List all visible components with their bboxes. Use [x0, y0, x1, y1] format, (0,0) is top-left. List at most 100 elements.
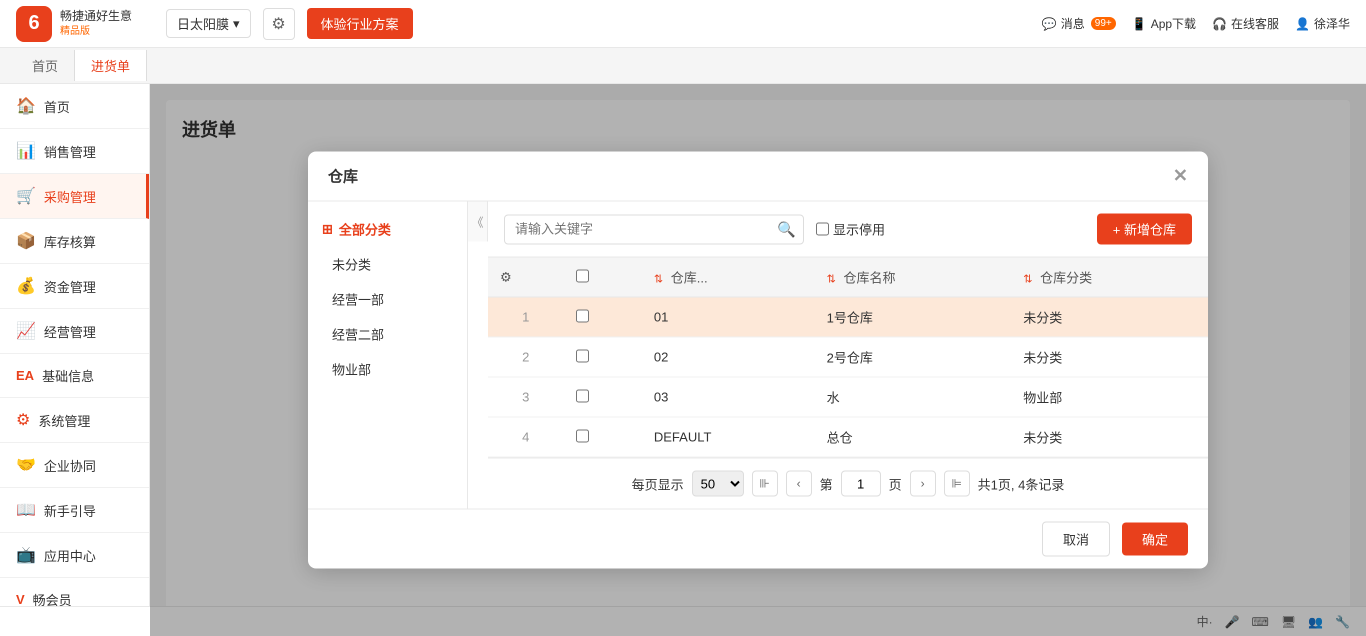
sidebar-item-system[interactable]: ⚙ 系统管理: [0, 398, 149, 443]
per-page-select[interactable]: 50 100: [692, 471, 744, 497]
tab-purchase[interactable]: 进货单: [75, 50, 147, 81]
category-panel: ⊞ 全部分类 未分类 经营一部 经营二部 物业部: [308, 202, 468, 509]
row-code-4: DEFAULT: [642, 417, 815, 457]
last-page-button[interactable]: ⊫: [944, 471, 970, 497]
guide-icon: 📖: [16, 500, 36, 520]
category-item-ops2[interactable]: 经营二部: [308, 317, 467, 352]
trial-button[interactable]: 体验行业方案: [307, 8, 413, 39]
col-name-header: ⇅ 仓库名称: [815, 258, 1012, 298]
app-download-item[interactable]: 📱 App下载: [1132, 15, 1196, 32]
logo-area: 6 畅捷通好生意 精品版: [16, 6, 166, 42]
logo-text: 畅捷通好生意 精品版: [60, 9, 132, 38]
collapse-category-button[interactable]: 《: [468, 202, 488, 242]
gear-button[interactable]: ⚙: [263, 8, 295, 40]
table-row[interactable]: 4 DEFAULT 总仓 未分类: [488, 417, 1208, 457]
table-row[interactable]: 2 02 2号仓库 未分类: [488, 337, 1208, 377]
sidebar-item-apps[interactable]: 📺 应用中心: [0, 533, 149, 578]
sidebar-item-finance[interactable]: 💰 资金管理: [0, 264, 149, 309]
row-checkbox-4[interactable]: [564, 417, 642, 457]
col-gear: ⚙: [488, 258, 564, 298]
tab-home[interactable]: 首页: [16, 50, 75, 81]
table-toolbar: 🔍 显示停用 + 新增仓库: [488, 202, 1208, 258]
inventory-icon: 📦: [16, 231, 36, 251]
warehouse-table: ⚙ ⇅ 仓库...: [488, 258, 1208, 458]
main-content: 进货单 仓库 ✕ ⊞ 全部分类 未分类 经营一部: [150, 84, 1366, 636]
store-selector[interactable]: 日太阳膜 ▾: [166, 9, 251, 38]
row-checkbox-3[interactable]: [564, 377, 642, 417]
modal-header: 仓库 ✕: [308, 152, 1208, 202]
row-category-2: 未分类: [1011, 337, 1208, 377]
category-item-property[interactable]: 物业部: [308, 352, 467, 387]
table-row[interactable]: 3 03 水 物业部: [488, 377, 1208, 417]
service-item[interactable]: 🎧 在线客服: [1212, 15, 1279, 32]
show-disabled-label[interactable]: 显示停用: [816, 220, 885, 239]
sidebar-item-guide[interactable]: 📖 新手引导: [0, 488, 149, 533]
sidebar-item-enterprise[interactable]: 🤝 企业协同: [0, 443, 149, 488]
prev-page-button[interactable]: ‹: [786, 471, 812, 497]
modal-footer: 取消 确定: [308, 509, 1208, 569]
row-category-4: 未分类: [1011, 417, 1208, 457]
message-icon: 💬: [1042, 17, 1057, 31]
user-item[interactable]: 👤 徐泽华: [1295, 15, 1350, 32]
modal-close-button[interactable]: ✕: [1173, 166, 1188, 187]
enterprise-icon: 🤝: [16, 455, 36, 475]
row-code-3: 03: [642, 377, 815, 417]
sidebar-item-purchase[interactable]: 🛒 采购管理: [0, 174, 149, 219]
vip-icon: V: [16, 592, 25, 607]
top-header: 6 畅捷通好生意 精品版 日太阳膜 ▾ ⚙ 体验行业方案 💬 消息 99+ 📱 …: [0, 0, 1366, 48]
header-right: 💬 消息 99+ 📱 App下载 🎧 在线客服 👤 徐泽华: [1042, 15, 1350, 32]
new-warehouse-button[interactable]: + 新增仓库: [1097, 214, 1192, 245]
gear-icon: ⚙: [271, 14, 285, 34]
cancel-button[interactable]: 取消: [1042, 522, 1110, 557]
page-number-input[interactable]: [841, 471, 881, 497]
row-checkbox-2[interactable]: [564, 337, 642, 377]
col-code-header: ⇅ 仓库...: [642, 258, 815, 298]
row-name-3: 水: [815, 377, 1012, 417]
show-disabled-checkbox[interactable]: [816, 223, 829, 236]
sidebar-item-inventory[interactable]: 📦 库存核算: [0, 219, 149, 264]
app-icon: 📱: [1132, 17, 1147, 31]
message-item[interactable]: 💬 消息 99+: [1042, 15, 1116, 32]
first-page-button[interactable]: ⊪: [752, 471, 778, 497]
warehouse-data-table: ⚙ ⇅ 仓库...: [488, 258, 1208, 458]
category-item-unclassified[interactable]: 未分类: [308, 247, 467, 282]
next-page-button[interactable]: ›: [910, 471, 936, 497]
apps-icon: 📺: [16, 545, 36, 565]
select-all-checkbox[interactable]: [576, 269, 589, 282]
main-layout: 🏠 首页 📊 销售管理 🛒 采购管理 📦 库存核算 💰 资金管理 📈 经营管理 …: [0, 84, 1366, 636]
row-num-3: 3: [488, 377, 564, 417]
row-checkbox-1[interactable]: [564, 297, 642, 337]
system-icon: ⚙: [16, 410, 30, 430]
col-category-header: ⇅ 仓库分类: [1011, 258, 1208, 298]
search-input[interactable]: [504, 214, 804, 244]
table-row[interactable]: 1 01 1号仓库 未分类: [488, 297, 1208, 337]
sidebar-item-home[interactable]: 🏠 首页: [0, 84, 149, 129]
page-label: 第: [820, 474, 833, 493]
confirm-button[interactable]: 确定: [1122, 523, 1188, 556]
search-icon[interactable]: 🔍: [777, 220, 796, 238]
sidebar-item-management[interactable]: 📈 经营管理: [0, 309, 149, 354]
category-header[interactable]: ⊞ 全部分类: [308, 212, 467, 247]
headset-icon: 🎧: [1212, 17, 1227, 31]
row-name-2: 2号仓库: [815, 337, 1012, 377]
sidebar-item-sales[interactable]: 📊 销售管理: [0, 129, 149, 174]
category-item-ops1[interactable]: 经营一部: [308, 282, 467, 317]
home-icon: 🏠: [16, 96, 36, 116]
chevron-down-icon: ▾: [233, 16, 240, 32]
row-name-4: 总仓: [815, 417, 1012, 457]
basicinfo-icon: EA: [16, 368, 34, 383]
nav-tabs: 首页 进货单: [0, 48, 1366, 84]
row-num-4: 4: [488, 417, 564, 457]
purchase-icon: 🛒: [16, 186, 36, 206]
table-header-row: ⚙ ⇅ 仓库...: [488, 258, 1208, 298]
finance-icon: 💰: [16, 276, 36, 296]
warehouse-modal: 仓库 ✕ ⊞ 全部分类 未分类 经营一部 经营二部 物业部: [308, 152, 1208, 569]
row-code-2: 02: [642, 337, 815, 377]
logo-icon: 6: [16, 6, 52, 42]
sidebar-item-basic-info[interactable]: EA 基础信息: [0, 354, 149, 398]
search-input-wrap: 🔍: [504, 214, 804, 244]
pagination: 每页显示 50 100 ⊪ ‹ 第 页 › ⊫ 共1页, 4条记录: [488, 458, 1208, 509]
row-code-1: 01: [642, 297, 815, 337]
modal-title: 仓库: [328, 166, 358, 187]
page-suffix: 页: [889, 474, 902, 493]
